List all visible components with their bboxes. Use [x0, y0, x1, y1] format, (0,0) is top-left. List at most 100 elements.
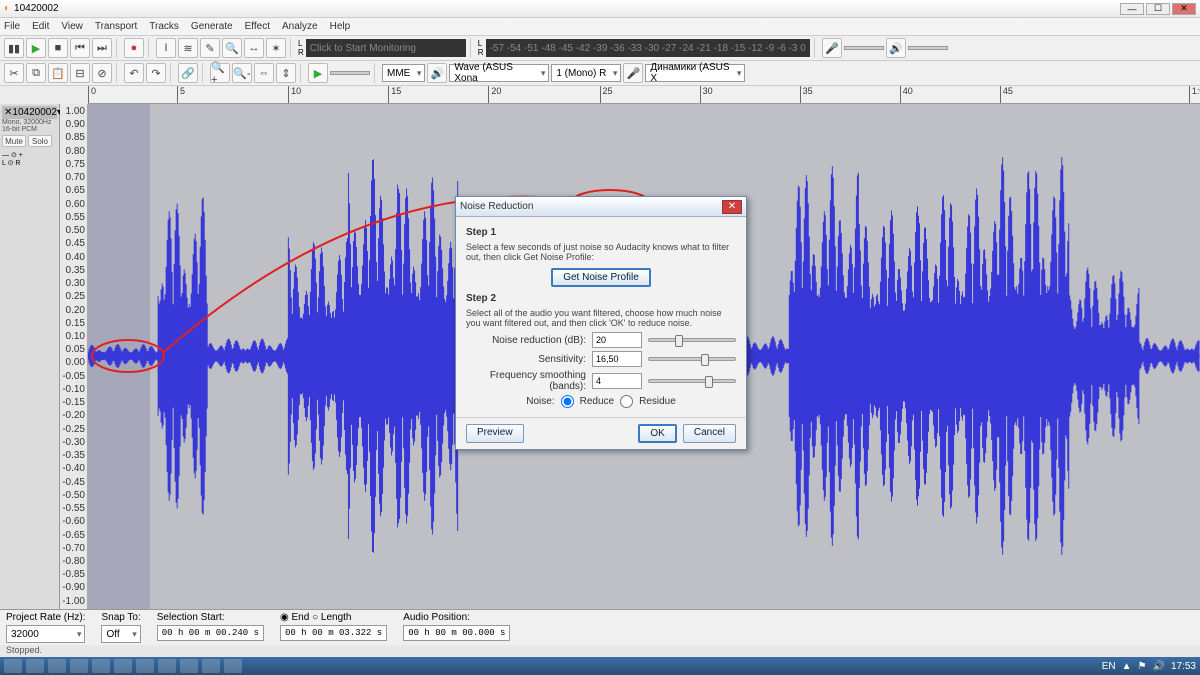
cancel-button[interactable]: Cancel [683, 424, 736, 443]
close-button[interactable]: ✕ [1172, 3, 1196, 15]
menu-effect[interactable]: Effect [245, 21, 270, 32]
tray-icon[interactable]: ⚑ [1138, 661, 1147, 672]
audio-position-field[interactable]: 00 h 00 m 00.000 s [403, 625, 510, 641]
step2-text: Select all of the audio you want filtere… [466, 308, 736, 328]
play-button[interactable]: ▶ [26, 38, 46, 58]
snap-dropdown[interactable]: Off [101, 625, 140, 643]
multi-tool[interactable]: ✶ [266, 38, 286, 58]
taskbar-app[interactable] [48, 659, 66, 673]
skip-start-button[interactable]: ⏮ [70, 38, 90, 58]
zoom-in-button[interactable]: 🔍+ [210, 63, 230, 83]
start-button[interactable] [4, 659, 22, 673]
fit-project-button[interactable]: ⇕ [276, 63, 296, 83]
output-device-dropdown[interactable]: Wave (ASUS Xona [449, 64, 549, 82]
taskbar-app[interactable] [26, 659, 44, 673]
input-volume-slider[interactable] [844, 46, 884, 50]
cut-button[interactable]: ✂ [4, 63, 24, 83]
paste-button[interactable]: 📋 [48, 63, 68, 83]
ruler-tick: 30 [700, 86, 713, 103]
edit-toolbar: ✂ ⧉ 📋 ⊟ ⊘ ↶ ↷ 🔗 🔍+ 🔍- ⇔ ⇕ ▶ MME 🔊 Wave (… [0, 61, 1200, 86]
sync-lock-button[interactable]: 🔗 [178, 63, 198, 83]
selection-start-field[interactable]: 00 h 00 m 00.240 s [157, 625, 264, 641]
freq-smoothing-slider[interactable] [648, 379, 736, 383]
taskbar-app[interactable] [224, 659, 242, 673]
silence-button[interactable]: ⊘ [92, 63, 112, 83]
snap-label: Snap To: [101, 612, 140, 623]
menu-analyze[interactable]: Analyze [282, 21, 318, 32]
draw-tool[interactable]: ✎ [200, 38, 220, 58]
tray-icon[interactable]: ▲ [1122, 661, 1132, 672]
dialog-close-button[interactable]: ✕ [722, 200, 742, 214]
redo-button[interactable]: ↷ [146, 63, 166, 83]
ok-button[interactable]: OK [638, 424, 676, 443]
menu-tracks[interactable]: Tracks [149, 21, 179, 32]
taskbar-app[interactable] [70, 659, 88, 673]
mic-device-icon: 🎤 [623, 63, 643, 83]
freq-smoothing-input[interactable] [592, 373, 642, 389]
skip-end-button[interactable]: ⏭ [92, 38, 112, 58]
audio-position-label: Audio Position: [403, 612, 510, 623]
playback-meter[interactable]: -57 -54 -51 -48 -45 -42 -39 -36 -33 -30 … [486, 39, 810, 57]
input-device-dropdown[interactable]: Динамики (ASUS X [645, 64, 745, 82]
menu-transport[interactable]: Transport [95, 21, 137, 32]
sensitivity-label: Sensitivity: [466, 354, 586, 365]
menu-view[interactable]: View [61, 21, 83, 32]
windows-taskbar[interactable]: EN ▲ ⚑ 🔊 17:53 [0, 657, 1200, 675]
ruler-tick: 40 [900, 86, 913, 103]
tray-icon[interactable]: 🔊 [1153, 661, 1165, 672]
selection-end-field[interactable]: 00 h 00 m 03.322 s [280, 625, 387, 641]
mute-button[interactable]: Mute [2, 135, 26, 147]
language-indicator[interactable]: EN [1102, 661, 1116, 672]
taskbar-app[interactable] [202, 659, 220, 673]
track-control-panel[interactable]: ✕10420002▾ Mono, 32000Hz 16-bit PCM Mute… [0, 104, 60, 609]
taskbar-app[interactable] [92, 659, 110, 673]
residue-radio[interactable] [620, 395, 633, 408]
channels-dropdown[interactable]: 1 (Mono) R [551, 64, 621, 82]
envelope-tool[interactable]: ≋ [178, 38, 198, 58]
preview-button[interactable]: Preview [466, 424, 524, 443]
selection-tool[interactable]: I [156, 38, 176, 58]
output-volume-slider[interactable] [908, 46, 948, 50]
zoom-tool[interactable]: 🔍 [222, 38, 242, 58]
menu-file[interactable]: File [4, 21, 20, 32]
recording-meter[interactable]: Click to Start Monitoring [306, 39, 466, 57]
step1-label: Step 1 [466, 227, 736, 238]
reduce-radio[interactable] [561, 395, 574, 408]
menu-generate[interactable]: Generate [191, 21, 233, 32]
menu-edit[interactable]: Edit [32, 21, 49, 32]
menu-help[interactable]: Help [330, 21, 351, 32]
track-name[interactable]: 10420002 [12, 107, 57, 118]
audio-host-dropdown[interactable]: MME [382, 64, 425, 82]
end-length-toggle[interactable]: ◉ End ○ Length [280, 612, 387, 623]
maximize-button[interactable]: ☐ [1146, 3, 1170, 15]
noise-reduction-input[interactable] [592, 332, 642, 348]
pause-button[interactable]: ▮▮ [4, 38, 24, 58]
clock[interactable]: 17:53 [1171, 661, 1196, 672]
get-noise-profile-button[interactable]: Get Noise Profile [551, 268, 651, 287]
menubar: File Edit View Transport Tracks Generate… [0, 18, 1200, 36]
project-rate-dropdown[interactable]: 32000 [6, 625, 85, 643]
timeline-ruler[interactable]: 0 5 10 15 20 25 30 35 40 45 1:00 [88, 86, 1200, 104]
taskbar-app[interactable] [180, 659, 198, 673]
taskbar-app[interactable] [136, 659, 154, 673]
taskbar-app[interactable] [158, 659, 176, 673]
sensitivity-slider[interactable] [648, 357, 736, 361]
taskbar-app[interactable] [114, 659, 132, 673]
ruler-tick: 25 [600, 86, 613, 103]
sensitivity-input[interactable] [592, 351, 642, 367]
trim-button[interactable]: ⊟ [70, 63, 90, 83]
timeshift-tool[interactable]: ↔ [244, 38, 264, 58]
speed-slider[interactable] [330, 71, 370, 75]
noise-reduction-slider[interactable] [648, 338, 736, 342]
undo-button[interactable]: ↶ [124, 63, 144, 83]
stop-button[interactable]: ■ [48, 38, 68, 58]
solo-button[interactable]: Solo [28, 135, 52, 147]
dialog-titlebar[interactable]: Noise Reduction ✕ [456, 197, 746, 217]
track-close-icon[interactable]: ✕ [4, 107, 12, 118]
zoom-out-button[interactable]: 🔍- [232, 63, 252, 83]
minimize-button[interactable]: — [1120, 3, 1144, 15]
copy-button[interactable]: ⧉ [26, 63, 46, 83]
record-button[interactable]: ● [124, 38, 144, 58]
fit-selection-button[interactable]: ⇔ [254, 63, 274, 83]
play-at-speed-button[interactable]: ▶ [308, 63, 328, 83]
